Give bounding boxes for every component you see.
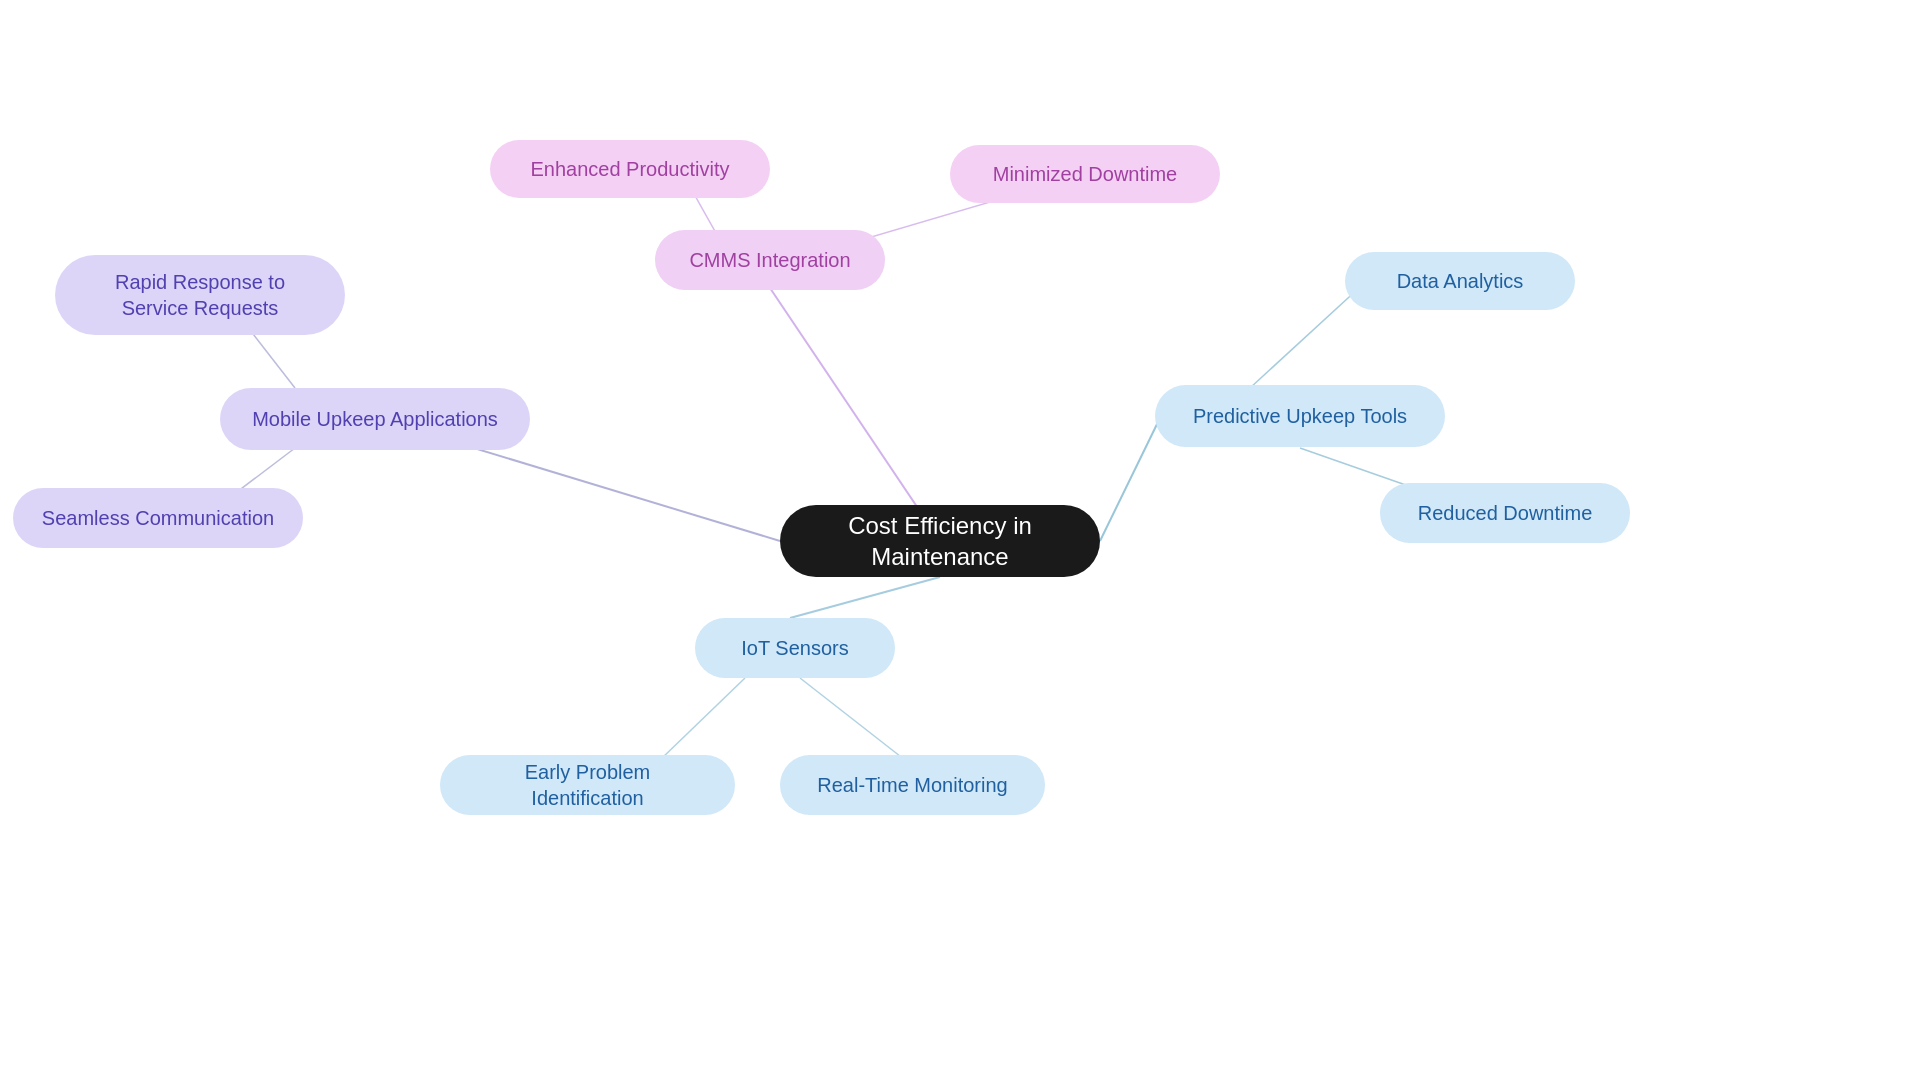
mobile-upkeep-node: Mobile Upkeep Applications bbox=[220, 388, 530, 450]
svg-line-9 bbox=[1100, 418, 1160, 541]
data-analytics-node: Data Analytics bbox=[1345, 252, 1575, 310]
svg-line-6 bbox=[790, 577, 940, 618]
iot-sensors-node: IoT Sensors bbox=[695, 618, 895, 678]
svg-line-10 bbox=[1250, 287, 1360, 388]
svg-line-8 bbox=[800, 678, 905, 760]
realtime-monitoring-node: Real-Time Monitoring bbox=[780, 755, 1045, 815]
svg-line-7 bbox=[660, 678, 745, 760]
enhanced-productivity-node: Enhanced Productivity bbox=[490, 140, 770, 198]
rapid-response-node: Rapid Response to Service Requests bbox=[55, 255, 345, 335]
predictive-upkeep-node: Predictive Upkeep Tools bbox=[1155, 385, 1445, 447]
minimized-downtime-node: Minimized Downtime bbox=[950, 145, 1220, 203]
svg-line-0 bbox=[770, 288, 940, 541]
svg-line-4 bbox=[250, 330, 295, 388]
seamless-communication-node: Seamless Communication bbox=[13, 488, 303, 548]
early-problem-node: Early Problem Identification bbox=[440, 755, 735, 815]
reduced-downtime-node: Reduced Downtime bbox=[1380, 483, 1630, 543]
cmms-node: CMMS Integration bbox=[655, 230, 885, 290]
center-node: Cost Efficiency in Maintenance bbox=[780, 505, 1100, 577]
